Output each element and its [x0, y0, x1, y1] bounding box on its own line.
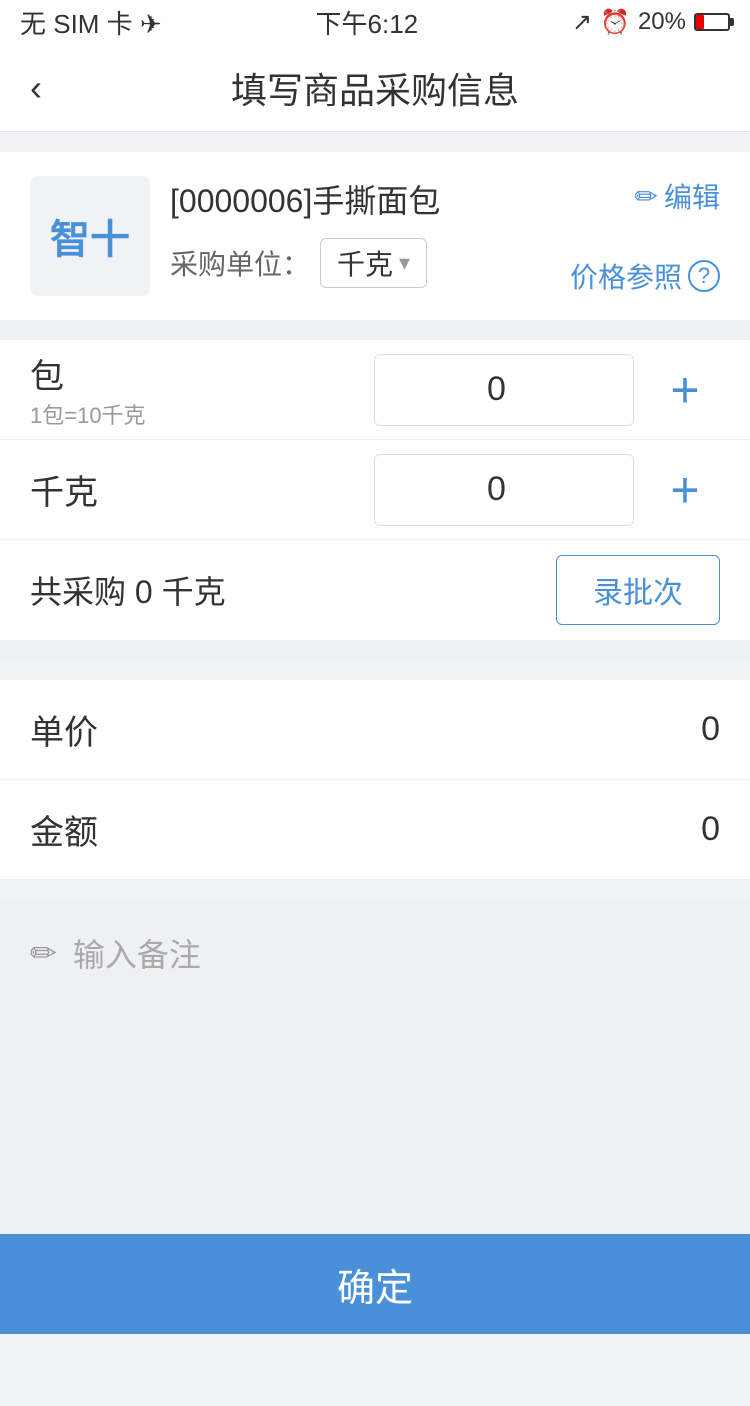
kg-plus-button[interactable]: + [650, 455, 720, 525]
edit-button[interactable]: ✏ 编辑 [635, 176, 720, 216]
total-label: 共采购 0 千克 [30, 567, 226, 613]
record-batch-button[interactable]: 录批次 [556, 555, 720, 625]
edit-label: 编辑 [664, 176, 720, 216]
input-section: 包 1包=10千克 + 千克 + 共采购 0 千克 录批次 [0, 340, 750, 640]
edit-icon: ✏ [635, 180, 658, 213]
package-input[interactable] [374, 354, 634, 426]
status-left: 无 SIM 卡 ✈ [20, 4, 162, 41]
amount-value: 0 [701, 810, 720, 849]
status-right: ↗ ⏰ 20% [572, 8, 730, 37]
product-card: 智十 [0000006]手撕面包 采购单位： 千克 ▾ ✏ 编辑 价格参照 ? [0, 152, 750, 320]
unit-dropdown-arrow: ▾ [399, 250, 410, 276]
battery-label: 20% [638, 8, 686, 36]
location-icon: ↗ [572, 8, 592, 37]
kg-field-wrap: + [150, 454, 720, 526]
package-label: 包 1包=10千克 [30, 349, 150, 430]
alarm-icon: ⏰ [600, 8, 630, 37]
price-ref-icon: ? [688, 260, 720, 292]
package-plus-button[interactable]: + [650, 355, 720, 425]
status-time: 下午6:12 [316, 4, 419, 41]
kg-label: 千克 [30, 465, 150, 514]
page-title: 填写商品采购信息 [231, 62, 519, 114]
remark-icon: ✏ [30, 934, 57, 972]
kg-input[interactable] [374, 454, 634, 526]
sim-wifi-label: 无 SIM 卡 ✈ [20, 4, 162, 41]
product-logo-text: 智十 [50, 207, 130, 265]
remark-placeholder: 输入备注 [73, 930, 201, 976]
battery-icon [694, 13, 730, 31]
status-bar: 无 SIM 卡 ✈ 下午6:12 ↗ ⏰ 20% [0, 0, 750, 44]
nav-bar: ‹ 填写商品采购信息 [0, 44, 750, 132]
package-label-main: 包 [30, 349, 150, 398]
unit-price-value: 0 [701, 710, 720, 749]
price-ref-label: 价格参照 [570, 256, 682, 296]
unit-value: 千克 [337, 243, 393, 283]
confirm-button[interactable]: 确定 [0, 1234, 750, 1334]
section-divider-1 [0, 320, 750, 340]
unit-label: 采购单位： [170, 243, 310, 283]
package-input-row: 包 1包=10千克 + [0, 340, 750, 440]
section-divider-2 [0, 640, 750, 660]
remark-section[interactable]: ✏ 输入备注 [0, 900, 750, 1006]
amount-row: 金额 0 [0, 780, 750, 880]
unit-price-label: 单价 [30, 705, 98, 754]
back-button[interactable]: ‹ [20, 57, 52, 119]
package-field-wrap: + [150, 354, 720, 426]
total-row: 共采购 0 千克 录批次 [0, 540, 750, 640]
price-ref-button[interactable]: 价格参照 ? [570, 256, 720, 296]
amount-label: 金额 [30, 805, 98, 854]
unit-price-row: 单价 0 [0, 680, 750, 780]
product-image: 智十 [30, 176, 150, 296]
kg-input-row: 千克 + [0, 440, 750, 540]
unit-selector[interactable]: 千克 ▾ [320, 238, 427, 288]
kg-label-main: 千克 [30, 465, 150, 514]
price-section: 单价 0 金额 0 [0, 680, 750, 880]
package-label-sub: 1包=10千克 [30, 398, 150, 430]
